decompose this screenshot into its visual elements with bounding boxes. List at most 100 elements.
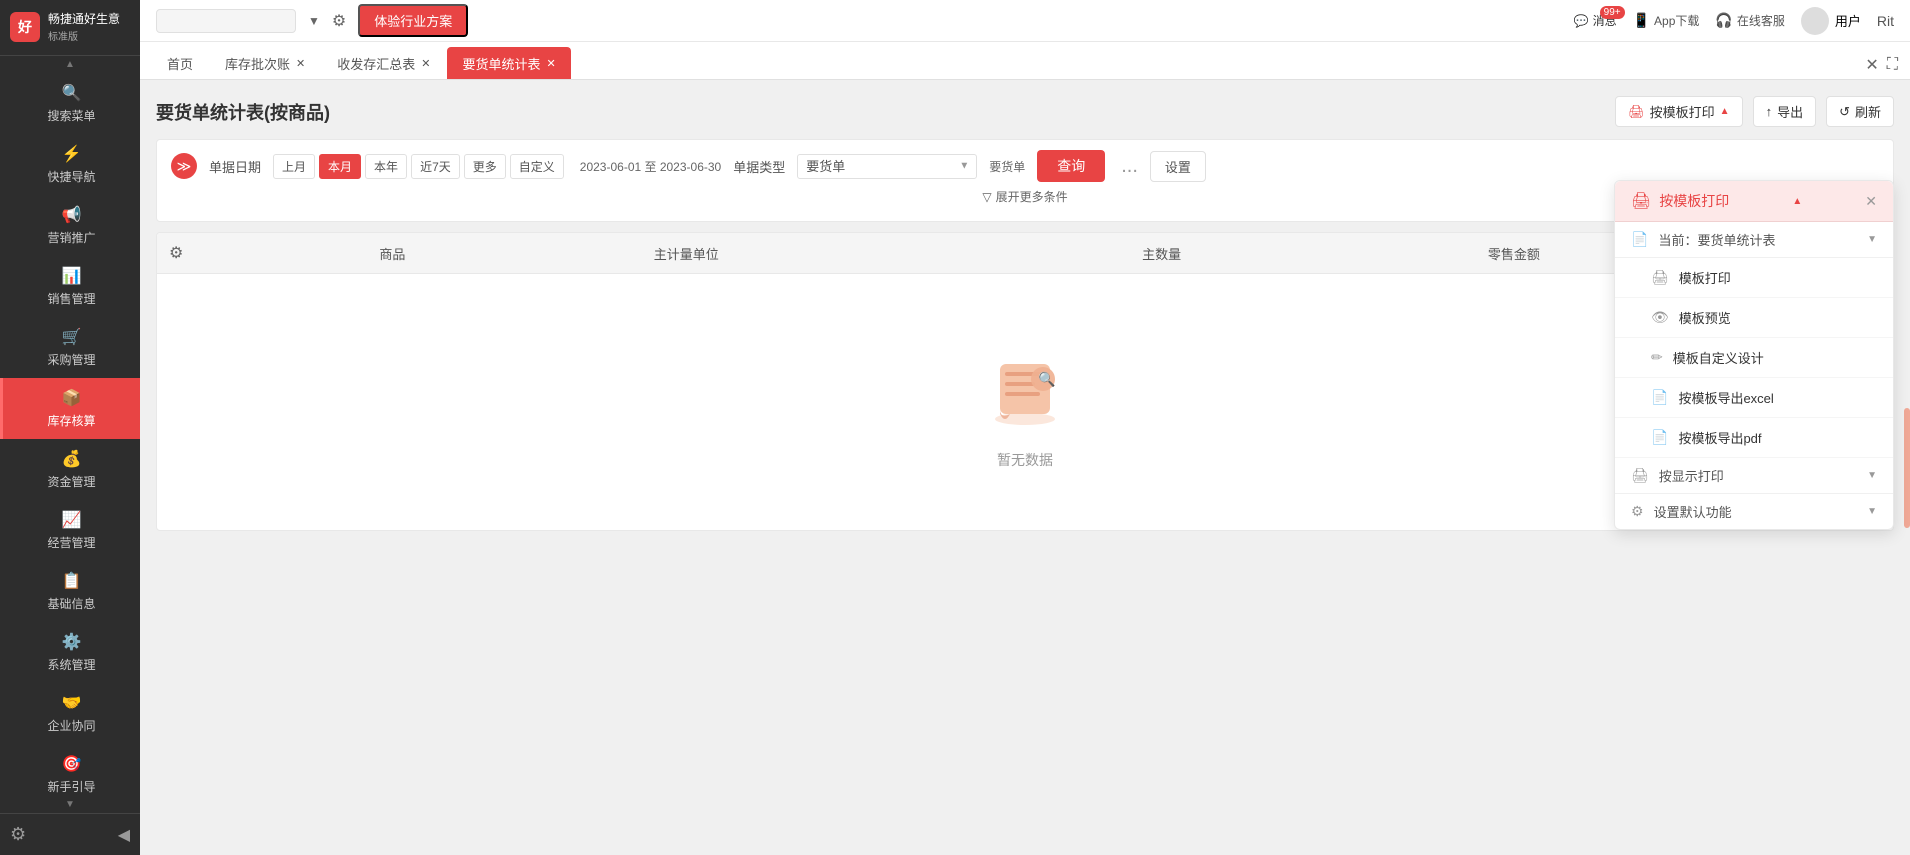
export-button[interactable]: ↑ 导出 — [1753, 96, 1817, 127]
sidebar-bottom: ⚙ ◀ — [0, 813, 140, 855]
user-avatar-area[interactable]: 用户 — [1801, 7, 1861, 35]
chevron-up-icon: ▲ — [1720, 106, 1730, 117]
basic-icon: 📋 — [62, 571, 82, 591]
template-print-dropdown: 🖨 按模板打印 ▲ ✕ 📄 当前：要货单统计表 ▼ 🖨 模板打印 👁 模板预览 — [1614, 180, 1894, 530]
date-btn-custom[interactable]: 自定义 — [510, 154, 564, 179]
dropdown-close-button[interactable]: ✕ — [1865, 193, 1877, 210]
online-service-label: 在线客服 — [1737, 12, 1785, 29]
date-btn-more[interactable]: 更多 — [464, 154, 506, 179]
dropdown-display-print-section[interactable]: 🖨 按显示打印 ▼ — [1615, 458, 1893, 494]
tab-close-all-icon[interactable]: ✕ — [1865, 55, 1878, 75]
dropdown-item-template-preview[interactable]: 👁 模板预览 — [1615, 298, 1893, 338]
sidebar-logo: 好 畅捷通好生意 标准版 — [0, 0, 140, 56]
date-btn-7days[interactable]: 近7天 — [411, 154, 460, 179]
table-col-unit: 主计量单位 — [642, 233, 1130, 274]
tab-receipt-summary[interactable]: 收发存汇总表 ✕ — [322, 47, 445, 79]
message-button[interactable]: 💬 消息 99+ — [1574, 12, 1617, 29]
topbar-gear-icon[interactable]: ⚙ — [332, 11, 346, 31]
date-btn-this-month[interactable]: 本月 — [319, 154, 361, 179]
dropdown-current-arrow: ▼ — [1867, 234, 1877, 245]
date-options: 上月 本月 本年 近7天 更多 自定义 — [273, 154, 564, 179]
tab-inventory-batch-close[interactable]: ✕ — [296, 57, 305, 70]
expand-toggle-button[interactable]: ≫ — [171, 153, 197, 179]
search-icon: 🔍 — [62, 83, 82, 103]
table-settings-icon[interactable]: ⚙ — [169, 245, 183, 262]
tab-maximize-icon[interactable]: ⛶ — [1887, 56, 1898, 74]
finance-icon: 💰 — [62, 449, 82, 469]
sidebar-scroll-down[interactable]: ▼ — [0, 796, 140, 813]
page-content: 要货单统计表(按商品) 🖨 按模板打印 ▲ ↑ 导出 ↺ 刷新 — [140, 80, 1910, 855]
tab-home[interactable]: 首页 — [152, 47, 208, 79]
date-btn-this-year[interactable]: 本年 — [365, 154, 407, 179]
sidebar-item-finance[interactable]: 💰 资金管理 — [0, 439, 140, 500]
dropdown-header: 🖨 按模板打印 ▲ ✕ — [1615, 181, 1893, 222]
sidebar-item-label: 系统管理 — [47, 656, 95, 673]
tab-inventory-batch[interactable]: 库存批次账 ✕ — [210, 47, 320, 79]
dropdown-item-export-excel[interactable]: 📄 按模板导出excel — [1615, 378, 1893, 418]
date-range-text: 2023-06-01 至 2023-06-30 — [580, 158, 721, 175]
sidebar-item-label: 库存核算 — [47, 412, 95, 429]
quicknav-icon: ⚡ — [62, 144, 82, 164]
sidebar-item-search[interactable]: 🔍 搜索菜单 — [0, 73, 140, 134]
topbar: ▼ ⚙ 体验行业方案 💬 消息 99+ 📱 App下载 🎧 在线客服 用户 — [140, 0, 1910, 42]
order-type-label: 单据类型 — [733, 157, 785, 176]
tab-receipt-summary-close[interactable]: ✕ — [421, 57, 430, 70]
export-excel-item-icon: 📄 — [1651, 389, 1668, 406]
topbar-search-input[interactable] — [156, 9, 296, 33]
sidebar-item-basic[interactable]: 📋 基础信息 — [0, 561, 140, 622]
template-print-button[interactable]: 🖨 按模板打印 ▲ — [1615, 96, 1742, 127]
online-service-button[interactable]: 🎧 在线客服 — [1715, 12, 1784, 29]
table-col-quantity: 主数量 — [1130, 233, 1476, 274]
sidebar-item-label: 基础信息 — [47, 595, 95, 612]
sidebar-item-purchase[interactable]: 🛒 采购管理 — [0, 317, 140, 378]
table-col-settings: ⚙ — [157, 233, 367, 274]
sidebar-item-operation[interactable]: 📈 经营管理 — [0, 500, 140, 561]
tab-order-stats[interactable]: 要货单统计表 ✕ — [447, 47, 570, 79]
template-design-item-icon: ✏ — [1651, 349, 1663, 366]
page-actions: 🖨 按模板打印 ▲ ↑ 导出 ↺ 刷新 — [1615, 96, 1894, 127]
sidebar-collapse-icon[interactable]: ◀ — [118, 825, 130, 845]
expand-arrow-icon: ≫ — [177, 158, 192, 175]
dropdown-current-section[interactable]: 📄 当前：要货单统计表 ▼ — [1615, 222, 1893, 258]
trial-button[interactable]: 体验行业方案 — [358, 4, 468, 37]
sidebar-scroll-up[interactable]: ▲ — [0, 56, 140, 73]
sidebar-item-marketing[interactable]: 📢 营销推广 — [0, 195, 140, 256]
dropdown-item-template-print[interactable]: 🖨 模板打印 — [1615, 258, 1893, 298]
app-download-button[interactable]: 📱 App下载 — [1633, 12, 1700, 29]
more-options-icon[interactable]: ... — [1121, 155, 1138, 178]
tab-inventory-batch-label: 库存批次账 — [225, 54, 290, 73]
sidebar-item-sales[interactable]: 📊 销售管理 — [0, 256, 140, 317]
print-icon: 🖨 — [1628, 104, 1645, 120]
topbar-dropdown[interactable]: ▼ — [308, 14, 320, 28]
scrollbar-right[interactable] — [1904, 408, 1910, 528]
sidebar-settings-icon[interactable]: ⚙ — [10, 824, 26, 845]
sidebar-item-inventory[interactable]: 📦 库存核算 — [0, 378, 140, 439]
tab-order-stats-close[interactable]: ✕ — [547, 57, 556, 70]
template-print-item-icon: 🖨 — [1651, 269, 1669, 286]
sidebar-item-cooperation[interactable]: 🤝 企业协同 — [0, 683, 140, 744]
dropdown-item-export-pdf[interactable]: 📄 按模板导出pdf — [1615, 418, 1893, 458]
sidebar-item-newbie[interactable]: 🎯 新手引导 — [0, 744, 140, 796]
refresh-button[interactable]: ↺ 刷新 — [1826, 96, 1894, 127]
table-col-product: 商品 — [367, 233, 641, 274]
sidebar-item-quick-nav[interactable]: ⚡ 快捷导航 — [0, 134, 140, 195]
dropdown-item-label: 模板自定义设计 — [1673, 348, 1764, 367]
sidebar-item-label: 搜索菜单 — [47, 107, 95, 124]
query-button[interactable]: 查询 — [1037, 150, 1105, 182]
sidebar-item-system[interactable]: ⚙️ 系统管理 — [0, 622, 140, 683]
dropdown-item-label: 按模板导出excel — [1678, 388, 1773, 407]
order-type-select[interactable]: 要货单 — [797, 154, 977, 179]
app-name-block: 畅捷通好生意 标准版 — [48, 12, 120, 43]
empty-state-icon: 🔍 — [975, 334, 1075, 434]
settings-button[interactable]: 设置 — [1150, 151, 1206, 182]
dropdown-chevron-icon: ▼ — [308, 14, 320, 28]
sidebar-nav: 🔍 搜索菜单 ⚡ 快捷导航 📢 营销推广 📊 销售管理 🛒 采购管理 📦 库存核… — [0, 73, 140, 796]
tabbar: 首页 库存批次账 ✕ 收发存汇总表 ✕ 要货单统计表 ✕ ✕ ⛶ — [140, 42, 1910, 80]
require-category-label: 要货单 — [989, 158, 1025, 175]
export-label: 导出 — [1777, 102, 1803, 121]
empty-state-text: 暂无数据 — [997, 450, 1053, 470]
dropdown-item-template-design[interactable]: ✏ 模板自定义设计 — [1615, 338, 1893, 378]
page-title: 要货单统计表(按商品) — [156, 99, 330, 125]
dropdown-default-func-section[interactable]: ⚙ 设置默认功能 ▼ — [1615, 494, 1893, 529]
date-btn-last-month[interactable]: 上月 — [273, 154, 315, 179]
